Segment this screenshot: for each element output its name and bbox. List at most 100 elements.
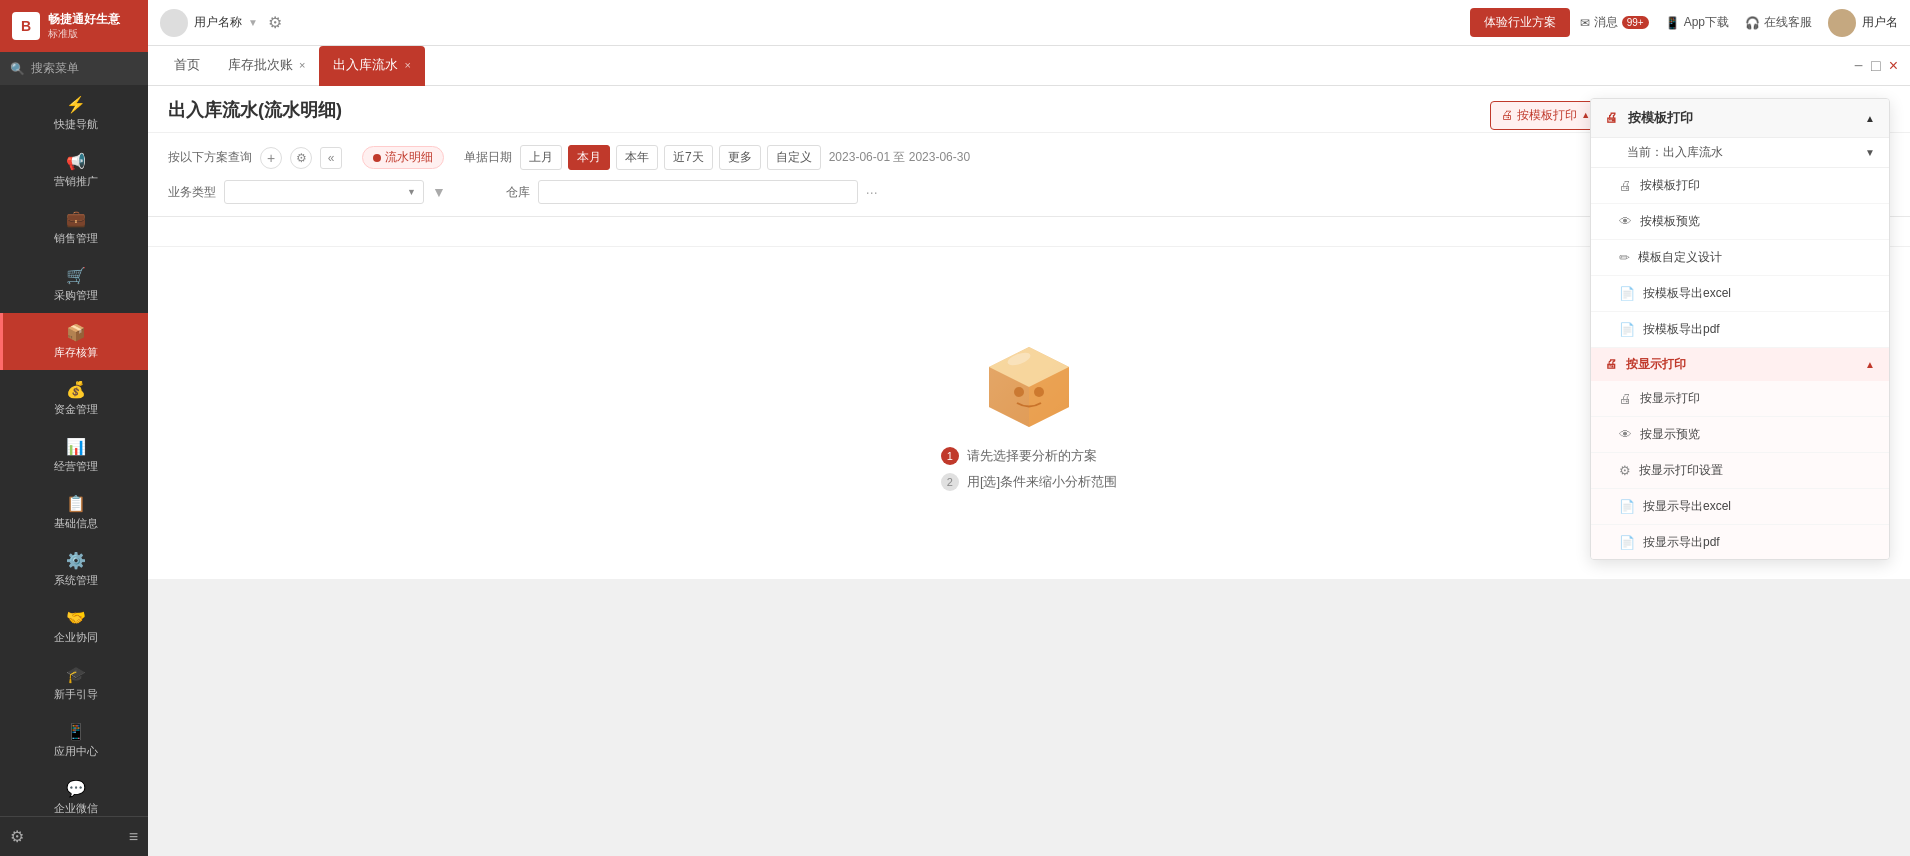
warehouse-input[interactable] — [538, 180, 858, 204]
date-btn-this-month[interactable]: 本月 — [568, 145, 610, 170]
guide-icon: 🎓 — [66, 665, 86, 684]
window-restore-btn[interactable]: □ — [1871, 57, 1881, 75]
dropdown-template-design[interactable]: ✏ 模板自定义设计 — [1591, 240, 1889, 276]
tab-home[interactable]: 首页 — [160, 46, 214, 86]
sidebar-item-marketing[interactable]: 📢 营销推广 — [0, 142, 148, 199]
sidebar-item-inventory[interactable]: 📦 库存核算 — [0, 313, 148, 370]
date-btn-custom[interactable]: 自定义 — [767, 145, 821, 170]
sidebar: B 畅捷通好生意 标准版 🔍 搜索菜单 ⚡ 快捷导航 📢 营销推广 💼 销售管理… — [0, 0, 148, 856]
dropdown-chevron-up[interactable]: ▲ — [1865, 113, 1875, 124]
date-btn-more[interactable]: 更多 — [719, 145, 761, 170]
dropdown-pdf-icon: 📄 — [1619, 322, 1635, 337]
window-minimize-btn[interactable]: − — [1854, 57, 1863, 75]
logo-icon: B — [12, 12, 40, 40]
dropdown-display-print-settings[interactable]: ⚙ 按显示打印设置 — [1591, 453, 1889, 489]
app-logo[interactable]: B 畅捷通好生意 标准版 — [0, 0, 148, 52]
sidebar-search[interactable]: 🔍 搜索菜单 — [0, 52, 148, 85]
dropdown-display-preview-icon: 👁 — [1619, 427, 1632, 442]
business-type-select-wrap — [224, 180, 424, 204]
printer-icon: 🖨 — [1501, 108, 1513, 122]
dropdown-display-section[interactable]: 🖨 按显示打印 ▲ — [1591, 348, 1889, 381]
dropdown-template-print[interactable]: 🖨 按模板打印 — [1591, 168, 1889, 204]
tab-inventory-batch[interactable]: 库存批次账 × — [214, 46, 319, 86]
dropdown-display-excel[interactable]: 📄 按显示导出excel — [1591, 489, 1889, 525]
online-service-item[interactable]: 🎧 在线客服 — [1745, 14, 1812, 31]
filter-add-button[interactable]: + — [260, 147, 282, 169]
search-icon: 🔍 — [10, 62, 25, 76]
business-type-select[interactable] — [224, 180, 424, 204]
topbar-user-right[interactable]: 用户名 — [1828, 9, 1898, 37]
warehouse-input-wrap — [538, 180, 858, 204]
notification-icon: ✉ — [1580, 16, 1590, 30]
app-center-icon: 📱 — [66, 722, 86, 741]
sidebar-item-app-center[interactable]: 📱 应用中心 — [0, 712, 148, 769]
tab-flow[interactable]: 出入库流水 × — [319, 46, 424, 86]
svg-point-5 — [1034, 387, 1044, 397]
warehouse-more-icon[interactable]: ··· — [866, 184, 878, 200]
sidebar-item-collab[interactable]: 🤝 企业协同 — [0, 598, 148, 655]
dropdown-excel-icon: 📄 — [1619, 286, 1635, 301]
step-2-num: 2 — [941, 473, 959, 491]
bottom-settings-icon[interactable]: ⚙ — [10, 827, 24, 846]
logo-text: 畅捷通好生意 标准版 — [48, 12, 120, 41]
trial-button[interactable]: 体验行业方案 — [1470, 8, 1570, 37]
svg-point-4 — [1014, 387, 1024, 397]
current-option-row: 当前：出入库流水 ▼ — [1591, 138, 1889, 168]
user-avatar-right — [1828, 9, 1856, 37]
topbar-dropdown-icon: ▼ — [248, 17, 258, 28]
topbar-settings-icon[interactable]: ⚙ — [268, 13, 282, 32]
filter-label: 按以下方案查询 — [168, 149, 252, 166]
dropdown-display-section-icon: 🖨 — [1605, 357, 1617, 371]
sidebar-item-purchase[interactable]: 🛒 采购管理 — [0, 256, 148, 313]
filter-controls: 按以下方案查询 + ⚙ « — [168, 147, 342, 169]
filter-tag[interactable]: 流水明细 — [362, 146, 444, 169]
filter-settings-button[interactable]: ⚙ — [290, 147, 312, 169]
sidebar-item-quick-nav[interactable]: ⚡ 快捷导航 — [0, 85, 148, 142]
sidebar-item-sales[interactable]: 💼 销售管理 — [0, 199, 148, 256]
filter-collapse-button[interactable]: « — [320, 147, 342, 169]
dropdown-header: 🖨 按模板打印 ▲ — [1591, 99, 1889, 138]
dropdown-printer2-icon: 🖨 — [1619, 178, 1632, 193]
business-type-field: 业务类型 ▼ — [168, 180, 446, 204]
sidebar-item-system[interactable]: ⚙️ 系统管理 — [0, 541, 148, 598]
topbar-user[interactable]: 用户名称 ▼ — [160, 9, 258, 37]
dropdown-template-excel[interactable]: 📄 按模板导出excel — [1591, 276, 1889, 312]
username-right: 用户名 — [1862, 14, 1898, 31]
dropdown-template-pdf[interactable]: 📄 按模板导出pdf — [1591, 312, 1889, 348]
dropdown-display-print[interactable]: 🖨 按显示打印 — [1591, 381, 1889, 417]
template-print-button[interactable]: 🖨 按模板打印 ▲ — [1490, 101, 1601, 130]
sidebar-item-operation[interactable]: 📊 经营管理 — [0, 427, 148, 484]
date-options: 上月 本月 本年 近7天 更多 自定义 — [520, 145, 821, 170]
window-buttons: − □ × — [1854, 57, 1898, 75]
dropdown-display-preview[interactable]: 👁 按显示预览 — [1591, 417, 1889, 453]
sidebar-item-finance[interactable]: 💰 资金管理 — [0, 370, 148, 427]
notification-item[interactable]: ✉ 消息 99+ — [1580, 14, 1649, 31]
sidebar-item-guide[interactable]: 🎓 新手引导 — [0, 655, 148, 712]
operation-icon: 📊 — [66, 437, 86, 456]
marketing-icon: 📢 — [66, 152, 86, 171]
date-btn-this-year[interactable]: 本年 — [616, 145, 658, 170]
dropdown-display-items: 🖨 按显示打印 👁 按显示预览 ⚙ 按显示打印设置 📄 按显示导出excel 📄… — [1591, 381, 1889, 559]
dropdown-panel: 🖨 按模板打印 ▲ 当前：出入库流水 ▼ 🖨 按模板打印 👁 按模板预览 ✏ 模… — [1590, 98, 1890, 560]
chevron-up-icon: ▲ — [1581, 110, 1590, 120]
topbar-right: ✉ 消息 99+ 📱 App下载 🎧 在线客服 用户名 — [1580, 9, 1898, 37]
date-filter-row: 单据日期 上月 本月 本年 近7天 更多 自定义 2023-06-01 至 20… — [464, 145, 1594, 170]
headset-icon: 🎧 — [1745, 16, 1760, 30]
sidebar-item-weixin[interactable]: 💬 企业微信 — [0, 769, 148, 816]
date-btn-7days[interactable]: 近7天 — [664, 145, 713, 170]
current-option-chevron[interactable]: ▼ — [1865, 147, 1875, 158]
topbar-user-avatar — [160, 9, 188, 37]
tab-close-flow[interactable]: × — [404, 59, 410, 71]
dropdown-display-pdf[interactable]: 📄 按显示导出pdf — [1591, 525, 1889, 559]
bottom-menu-icon[interactable]: ≡ — [129, 828, 138, 846]
dropdown-design-icon: ✏ — [1619, 250, 1630, 265]
dropdown-template-preview[interactable]: 👁 按模板预览 — [1591, 204, 1889, 240]
dropdown-printer-icon: 🖨 — [1605, 110, 1618, 125]
tab-close-inventory-batch[interactable]: × — [299, 59, 305, 71]
window-close-btn[interactable]: × — [1889, 57, 1898, 75]
sidebar-item-basic[interactable]: 📋 基础信息 — [0, 484, 148, 541]
topbar-username: 用户名称 — [194, 14, 242, 31]
dropdown-display-chevron[interactable]: ▲ — [1865, 359, 1875, 370]
date-btn-last-month[interactable]: 上月 — [520, 145, 562, 170]
app-download-item[interactable]: 📱 App下载 — [1665, 14, 1729, 31]
